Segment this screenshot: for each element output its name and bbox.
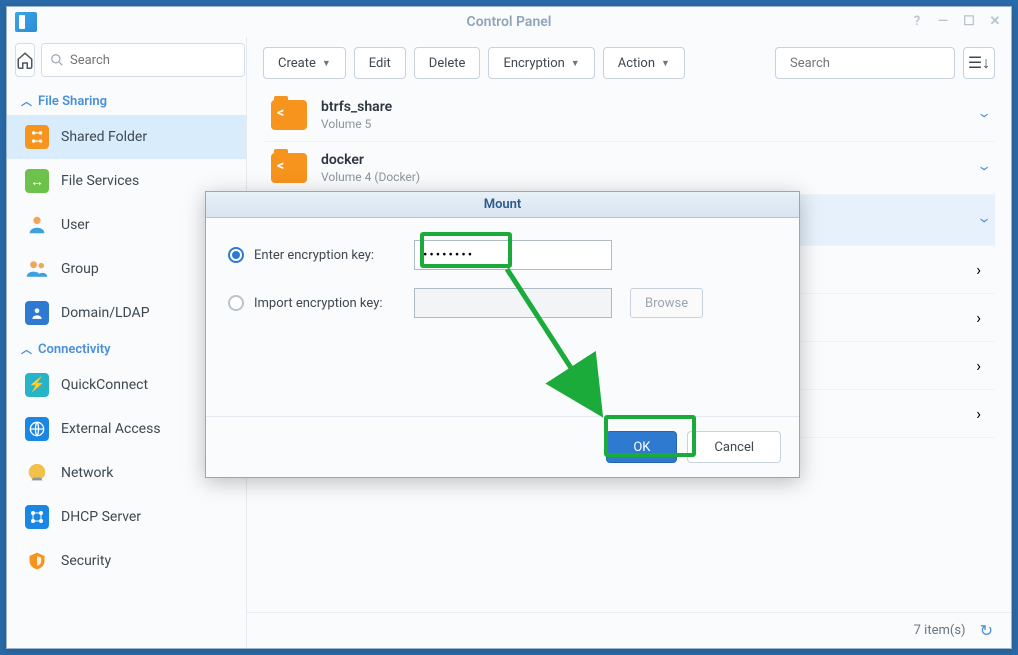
shield-icon xyxy=(25,549,49,573)
caret-down-icon: ▼ xyxy=(571,58,580,69)
browse-button[interactable]: Browse xyxy=(630,288,703,318)
caret-down-icon: ▼ xyxy=(322,58,331,69)
sidebar-search[interactable] xyxy=(41,43,245,77)
sort-button[interactable]: ☰↓ xyxy=(963,47,995,79)
globe-icon xyxy=(25,417,49,441)
file-services-icon: ↔ xyxy=(25,169,49,193)
titlebar: Control Panel ? — ☐ ✕ xyxy=(7,7,1011,37)
chevron-down-icon[interactable]: › xyxy=(974,165,995,170)
folder-icon xyxy=(271,100,307,130)
list-item[interactable]: btrfs_share Volume 5 › xyxy=(263,89,995,142)
domain-ldap-icon xyxy=(25,301,49,325)
sidebar-item-dhcp-server[interactable]: DHCP Server xyxy=(7,495,246,539)
dialog-title: Mount xyxy=(206,192,799,218)
encryption-button[interactable]: Encryption▼ xyxy=(488,47,594,79)
list-item[interactable]: docker Volume 4 (Docker) › xyxy=(263,142,995,195)
create-button[interactable]: Create▼ xyxy=(263,47,346,79)
chevron-up-icon: ︿ xyxy=(21,93,32,109)
close-icon[interactable]: ✕ xyxy=(985,11,1005,31)
toolbar: Create▼ Edit Delete Encryption▼ Action▼ … xyxy=(247,37,1011,89)
maximize-icon[interactable]: ☐ xyxy=(959,11,979,31)
app-icon xyxy=(15,12,37,32)
help-icon[interactable]: ? xyxy=(907,11,927,31)
action-button[interactable]: Action▼ xyxy=(603,47,685,79)
group-icon xyxy=(25,257,49,281)
cancel-button[interactable]: Cancel xyxy=(687,431,781,463)
main-search-input[interactable] xyxy=(790,56,956,71)
user-icon xyxy=(25,213,49,237)
radio-enter-key[interactable] xyxy=(228,247,244,263)
item-count: 7 item(s) xyxy=(914,623,966,638)
delete-button[interactable]: Delete xyxy=(414,47,481,79)
network-icon xyxy=(25,461,49,485)
sidebar-item-shared-folder[interactable]: Shared Folder xyxy=(7,115,246,159)
quickconnect-icon: ⚡ xyxy=(25,373,49,397)
chevron-up-icon: ︿ xyxy=(21,341,32,357)
chevron-down-icon[interactable]: › xyxy=(974,112,995,117)
window-title: Control Panel xyxy=(467,14,552,30)
mount-dialog: Mount Enter encryption key: Import encry… xyxy=(205,191,800,478)
edit-button[interactable]: Edit xyxy=(354,47,406,79)
radio-import-key[interactable] xyxy=(228,295,244,311)
import-key-path xyxy=(414,288,612,318)
list-footer: 7 item(s) ↻ xyxy=(247,612,1011,648)
import-key-label: Import encryption key: xyxy=(254,296,404,311)
ok-button[interactable]: OK xyxy=(606,431,677,463)
refresh-button[interactable]: ↻ xyxy=(980,621,993,640)
home-button[interactable] xyxy=(15,43,35,77)
folder-icon xyxy=(271,153,307,183)
sidebar-item-security[interactable]: Security xyxy=(7,539,246,583)
shared-folder-icon xyxy=(25,125,49,149)
caret-down-icon: ▼ xyxy=(661,58,670,69)
minimize-icon[interactable]: — xyxy=(933,11,953,31)
chevron-down-icon[interactable]: › xyxy=(976,308,981,327)
main-search[interactable] xyxy=(775,47,955,79)
chevron-down-icon[interactable]: › xyxy=(976,404,981,423)
dhcp-icon xyxy=(25,505,49,529)
chevron-down-icon[interactable]: › xyxy=(974,217,995,222)
control-panel-window: Control Panel ? — ☐ ✕ ︿ File Sharing xyxy=(6,6,1012,649)
section-file-sharing[interactable]: ︿ File Sharing xyxy=(7,87,246,115)
chevron-down-icon[interactable]: › xyxy=(976,356,981,375)
enter-key-label: Enter encryption key: xyxy=(254,248,404,263)
chevron-down-icon[interactable]: › xyxy=(976,260,981,279)
sidebar-search-input[interactable] xyxy=(70,53,236,68)
encryption-key-input[interactable] xyxy=(414,240,612,270)
